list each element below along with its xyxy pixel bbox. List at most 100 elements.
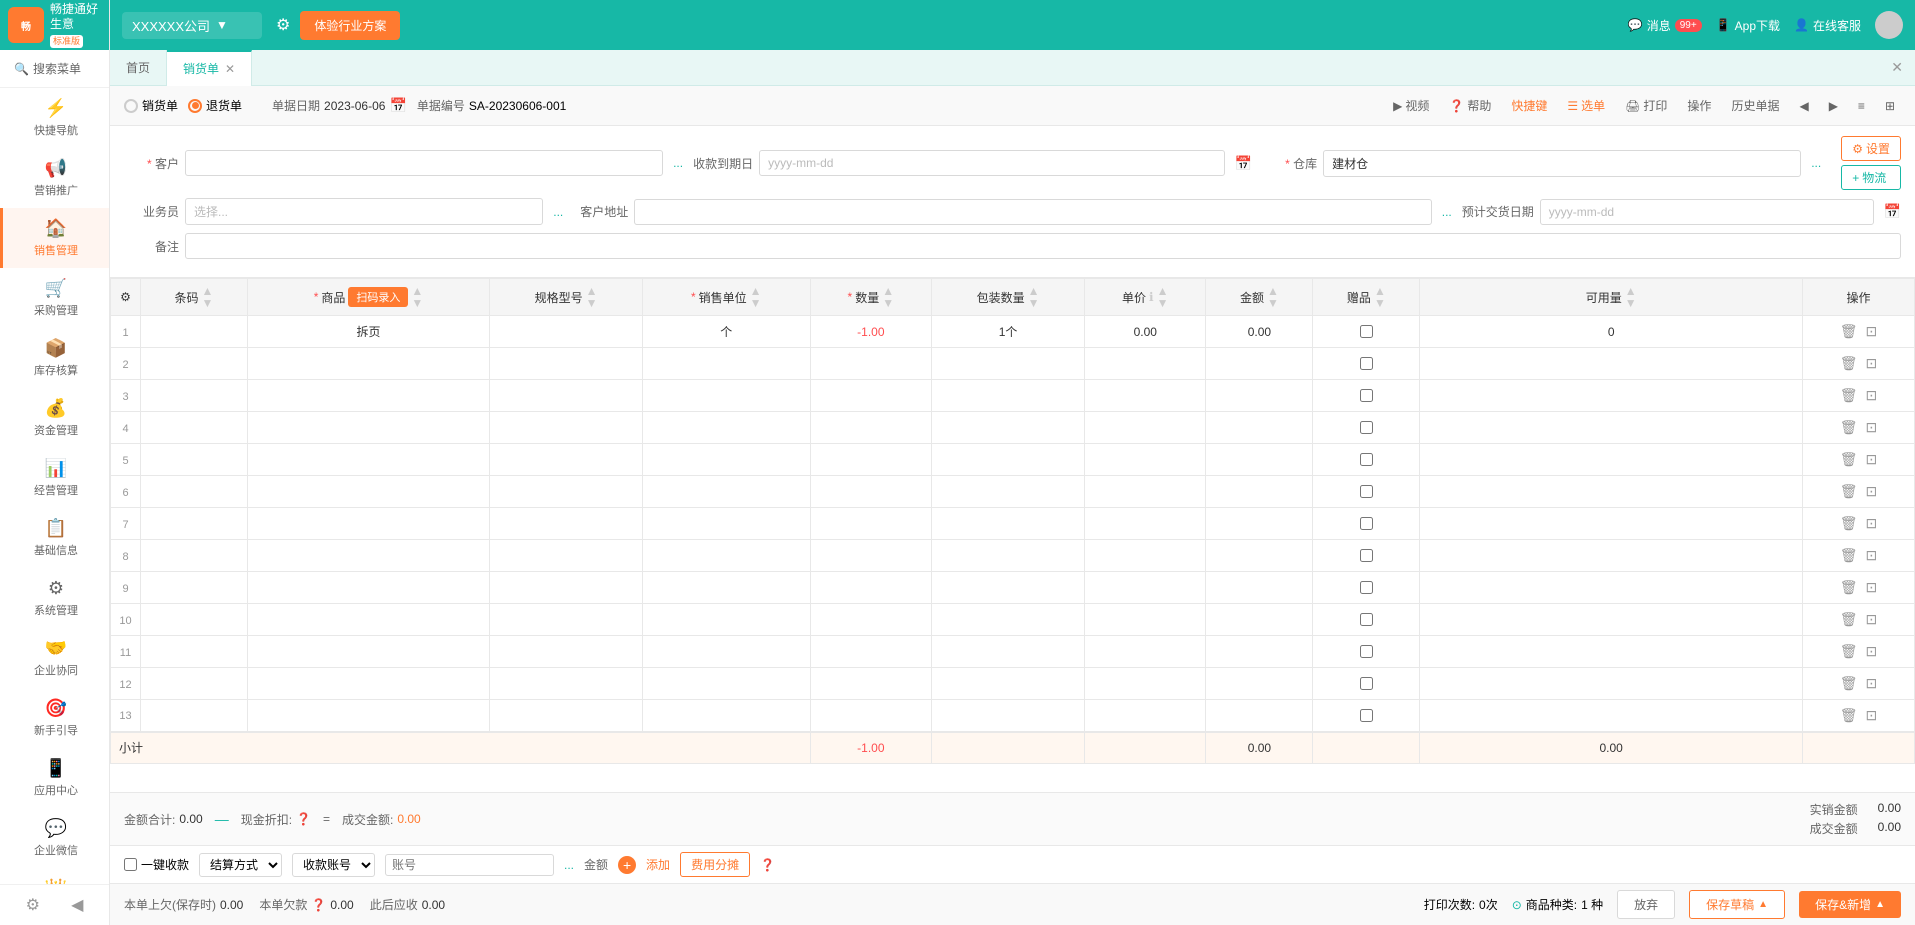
date-calendar-icon[interactable]: 📅 [389,97,406,114]
cell-pack-qty[interactable] [932,700,1085,732]
cell-sales-unit[interactable] [642,668,810,700]
address-dots-icon[interactable]: ... [1442,205,1452,219]
cell-barcode[interactable] [141,476,248,508]
scan-btn[interactable]: 扫码录入 [348,287,408,307]
cell-unit-price[interactable] [1085,380,1206,412]
add-payment-btn[interactable]: + [618,856,636,874]
sidebar-item-8[interactable]: ⚙系统管理 [0,568,109,628]
expected-delivery-calendar-icon[interactable]: 📅 [1884,203,1901,220]
cell-sales-unit[interactable] [642,700,810,732]
list-view-btn[interactable]: ≡ [1852,96,1871,116]
cell-quantity[interactable] [810,348,932,380]
cell-quantity[interactable] [810,540,932,572]
cell-unit-price[interactable] [1085,348,1206,380]
cell-pack-qty[interactable] [932,444,1085,476]
cell-product[interactable] [247,380,489,412]
expected-delivery-input[interactable]: yyyy-mm-dd [1540,199,1874,225]
cell-sales-unit[interactable] [642,572,810,604]
operation-btn[interactable]: 操作 [1681,94,1717,117]
cell-unit-price[interactable] [1085,604,1206,636]
cell-amount[interactable]: 0.00 [1206,316,1313,348]
cell-sales-unit[interactable] [642,348,810,380]
copy-row-btn[interactable]: ⊡ [1864,481,1880,502]
cell-gift[interactable] [1313,572,1420,604]
copy-row-btn[interactable]: ⊡ [1864,705,1880,726]
account-select[interactable]: 收款账号 [292,853,375,877]
cell-product[interactable] [247,508,489,540]
cell-barcode[interactable] [141,572,248,604]
sidebar-search[interactable]: 🔍 搜索菜单 [0,50,109,88]
help-btn[interactable]: ❓ 帮助 [1443,94,1497,117]
cell-pack-qty[interactable] [932,412,1085,444]
cell-barcode[interactable] [141,508,248,540]
select-btn[interactable]: ☰ 选单 [1561,94,1611,117]
cell-pack-qty[interactable] [932,380,1085,412]
sidebar-item-6[interactable]: 📊经营管理 [0,448,109,508]
topbar-settings-icon[interactable]: ⚙ [276,15,290,35]
gift-checkbox[interactable] [1360,677,1373,690]
sidebar-item-2[interactable]: 🏠销售管理 [0,208,109,268]
copy-row-btn[interactable]: ⊡ [1864,609,1880,630]
next-btn[interactable]: ▶ [1823,96,1844,116]
return-order-radio[interactable]: 退货单 [188,97,242,114]
account-input[interactable] [385,854,554,876]
save-new-btn[interactable]: 保存&新增 ▲ [1799,891,1901,918]
tab-home[interactable]: 首页 [110,50,167,86]
gift-checkbox[interactable] [1360,325,1373,338]
cell-pack-qty[interactable] [932,636,1085,668]
cell-amount[interactable] [1206,508,1313,540]
cell-quantity[interactable] [810,380,932,412]
sidebar-item-9[interactable]: 🤝企业协同 [0,628,109,688]
copy-row-btn[interactable]: ⊡ [1864,641,1880,662]
copy-row-btn[interactable]: ⊡ [1864,545,1880,566]
delete-row-btn[interactable]: 🗑 [1838,705,1860,726]
cell-unit-price[interactable] [1085,572,1206,604]
settlement-method-select[interactable]: 结算方式 [199,853,282,877]
cell-quantity[interactable] [810,572,932,604]
cell-spec[interactable] [490,348,643,380]
sidebar-item-3[interactable]: 🛒采购管理 [0,268,109,328]
copy-row-btn[interactable]: ⊡ [1864,353,1880,374]
cell-gift[interactable] [1313,412,1420,444]
save-draft-btn[interactable]: 保存草稿 ▲ [1689,890,1785,919]
sidebar-item-11[interactable]: 📱应用中心 [0,748,109,808]
cell-gift[interactable] [1313,380,1420,412]
cell-unit-price[interactable] [1085,668,1206,700]
delete-row-btn[interactable]: 🗑 [1838,545,1860,566]
gift-checkbox[interactable] [1360,581,1373,594]
print-btn[interactable]: 🖨 打印 [1619,94,1673,117]
product-types-icon[interactable]: ⊙ [1512,898,1522,912]
cell-quantity[interactable] [810,604,932,636]
cell-barcode[interactable] [141,380,248,412]
notes-input[interactable] [185,233,1901,259]
cell-gift[interactable] [1313,444,1420,476]
cell-amount[interactable] [1206,380,1313,412]
cell-product[interactable] [247,540,489,572]
cell-unit-price[interactable] [1085,540,1206,572]
cell-barcode[interactable] [141,668,248,700]
cell-unit-price[interactable] [1085,636,1206,668]
tab-sales-order[interactable]: 销货单 ✕ [167,50,252,86]
sidebar-item-12[interactable]: 💬企业微信 [0,808,109,868]
delete-row-btn[interactable]: 🗑 [1838,513,1860,534]
discount-help-icon[interactable]: ❓ [296,812,311,826]
cell-product[interactable]: 拆页 [247,316,489,348]
customer-address-input[interactable] [634,199,1431,225]
cell-sales-unit[interactable] [642,604,810,636]
cell-product[interactable] [247,700,489,732]
cell-spec[interactable] [490,540,643,572]
customer-dots-icon[interactable]: ... [673,156,683,170]
customer-input[interactable] [185,150,663,176]
prev-btn[interactable]: ◀ [1793,96,1814,116]
gift-checkbox[interactable] [1360,549,1373,562]
cell-quantity[interactable] [810,508,932,540]
cell-barcode[interactable] [141,316,248,348]
cell-amount[interactable] [1206,348,1313,380]
sidebar-item-5[interactable]: 💰资金管理 [0,388,109,448]
message-btn[interactable]: 💬 消息 99+ [1628,17,1702,34]
sales-order-radio[interactable]: 销货单 [124,97,178,114]
cell-amount[interactable] [1206,700,1313,732]
cell-sales-unit[interactable] [642,444,810,476]
cell-spec[interactable] [490,668,643,700]
cell-quantity[interactable] [810,476,932,508]
